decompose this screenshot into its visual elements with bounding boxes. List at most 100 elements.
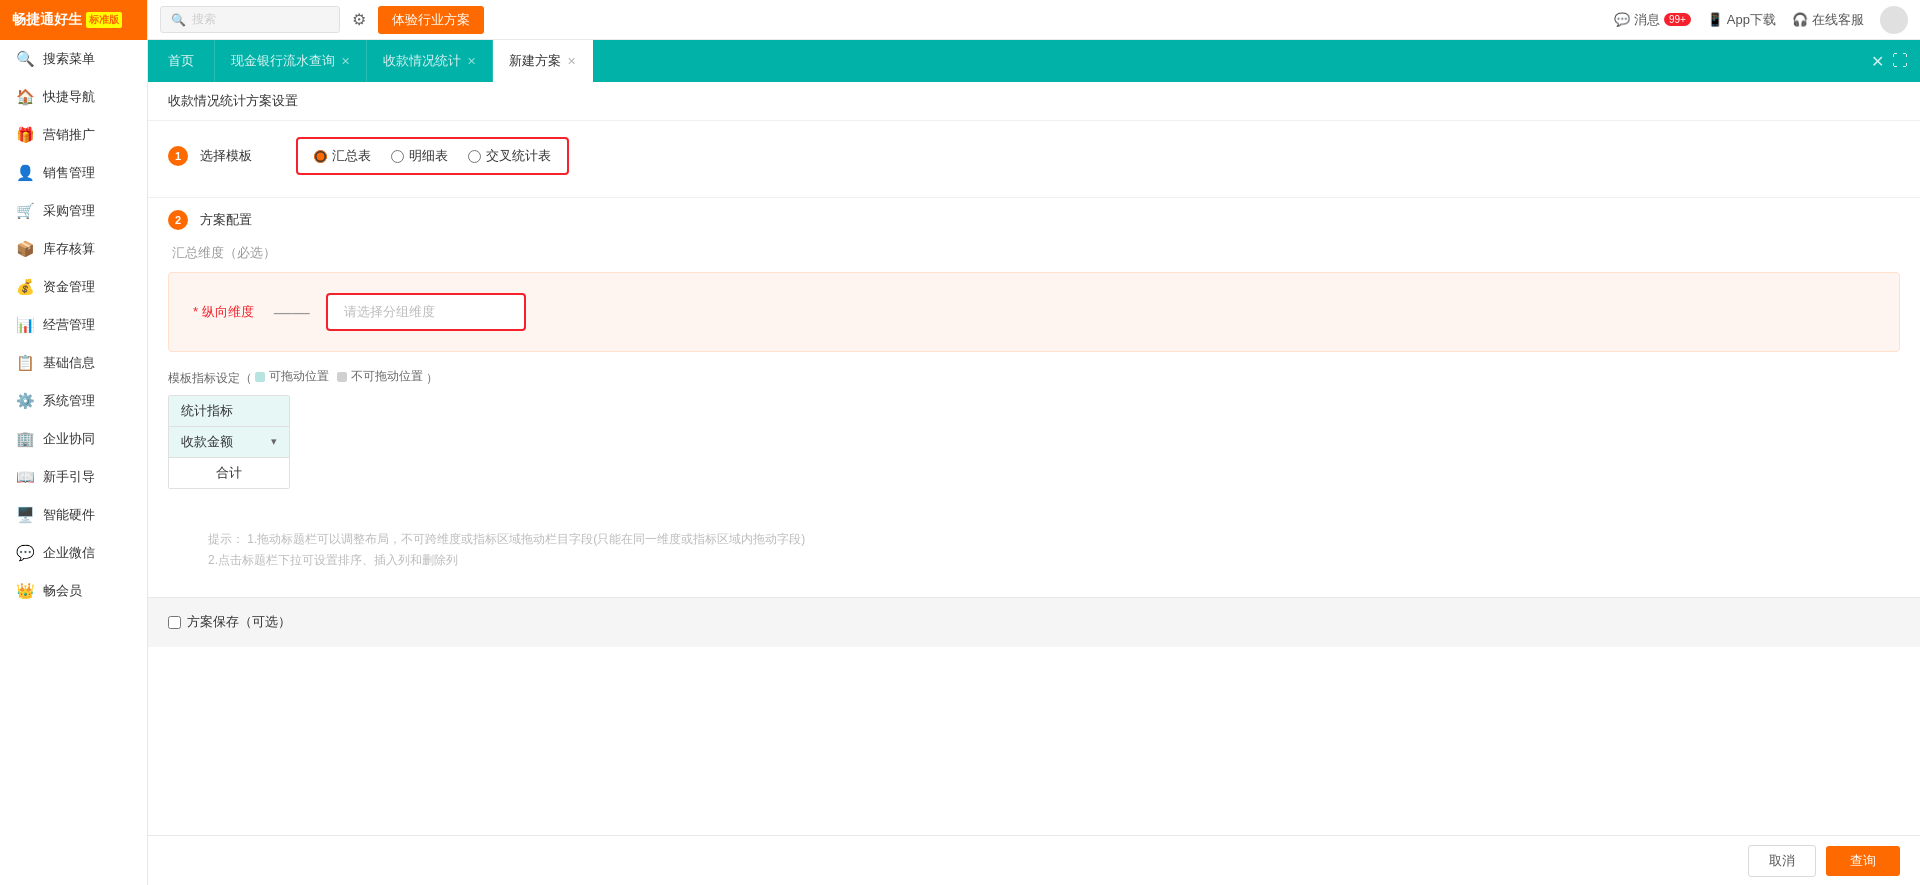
sidebar-item-smart-hw[interactable]: 🖥️ 智能硬件 (0, 496, 147, 534)
summary-dim-text: 汇总维度（必选） (172, 245, 276, 260)
dim-selector[interactable]: 请选择分组维度 (326, 293, 526, 331)
save-label: 方案保存（可选） (187, 613, 291, 631)
person-icon: 👤 (16, 164, 35, 182)
radio-summary-input[interactable] (314, 150, 327, 163)
sidebar-item-quick-nav[interactable]: 🏠 快捷导航 (0, 78, 147, 116)
tab-home-label: 首页 (168, 52, 194, 70)
search-box[interactable]: 🔍 搜索 (160, 6, 340, 33)
dimension-row: * 纵向维度 —— 请选择分组维度 (193, 293, 1875, 331)
radio-detail-input[interactable] (391, 150, 404, 163)
page-footer: 方案保存（可选） (148, 597, 1920, 647)
logo-badge: 标准版 (86, 12, 122, 28)
chart-icon: 📊 (16, 316, 35, 334)
sidebar-item-label: 经营管理 (43, 316, 95, 334)
dim-arrow: —— (274, 302, 310, 323)
summary-dim-label: 汇总维度（必选） (168, 244, 1900, 262)
tab-new-plan-close[interactable]: ✕ (567, 55, 576, 68)
message-label: 消息 (1634, 11, 1660, 29)
sidebar-item-member[interactable]: 👑 畅会员 (0, 572, 147, 610)
app-download-item[interactable]: 📱 App下载 (1707, 11, 1776, 29)
radio-cross-input[interactable] (468, 150, 481, 163)
sidebar-item-basic-info[interactable]: 📋 基础信息 (0, 344, 147, 382)
draggable-dot (255, 372, 265, 382)
template-selection-box: 汇总表 明细表 交叉统计表 (296, 137, 569, 175)
sidebar-item-search-menu[interactable]: 🔍 搜索菜单 (0, 40, 147, 78)
close-window-icon[interactable]: ✕ (1871, 52, 1884, 71)
user-avatar[interactable] (1880, 6, 1908, 34)
stat-header: 统计指标 (169, 396, 289, 427)
tab-new-plan[interactable]: 新建方案 ✕ (493, 40, 593, 82)
tab-payment-stats-close[interactable]: ✕ (467, 55, 476, 68)
content-area: 收款情况统计方案设置 1 选择模板 汇总表 (148, 82, 1920, 885)
sidebar-item-operations[interactable]: 📊 经营管理 (0, 306, 147, 344)
main-area: 🔍 搜索 ⚙ 体验行业方案 💬 消息 99+ 📱 App下载 🎧 在线客服 首页 (148, 0, 1920, 885)
sidebar-item-sales[interactable]: 👤 销售管理 (0, 154, 147, 192)
radio-detail-label: 明细表 (409, 147, 448, 165)
sidebar-item-label: 基础信息 (43, 354, 95, 372)
page-title: 收款情况统计方案设置 (168, 93, 298, 108)
stat-total-row: 合计 (169, 458, 289, 488)
sidebar-item-purchase[interactable]: 🛒 采购管理 (0, 192, 147, 230)
sidebar-item-enterprise[interactable]: 🏢 企业协同 (0, 420, 147, 458)
sidebar-item-label: 企业协同 (43, 430, 95, 448)
tab-payment-stats[interactable]: 收款情况统计 ✕ (367, 40, 493, 82)
maximize-icon[interactable]: ⛶ (1892, 52, 1908, 70)
gear-icon[interactable]: ⚙ (352, 10, 366, 29)
sidebar-item-label: 销售管理 (43, 164, 95, 182)
home-icon: 🏠 (16, 88, 35, 106)
sidebar-item-label: 快捷导航 (43, 88, 95, 106)
tip-line2: 2.点击标题栏下拉可设置排序、插入列和删除列 (208, 552, 1880, 569)
step1-section: 1 选择模板 汇总表 明细表 (148, 121, 1920, 197)
radio-cross[interactable]: 交叉统计表 (468, 147, 551, 165)
radio-summary[interactable]: 汇总表 (314, 147, 371, 165)
logo-text: 畅捷通好生 (12, 11, 82, 29)
chat-icon: 💬 (16, 544, 35, 562)
tab-bank-flow-close[interactable]: ✕ (341, 55, 350, 68)
sidebar-item-wechat[interactable]: 💬 企业微信 (0, 534, 147, 572)
save-checkbox[interactable] (168, 616, 181, 629)
app-icon: 📱 (1707, 12, 1723, 27)
online-service-label: 在线客服 (1812, 11, 1864, 29)
query-button[interactable]: 查询 (1826, 846, 1900, 876)
trial-button[interactable]: 体验行业方案 (378, 6, 484, 34)
tab-bank-flow[interactable]: 现金银行流水查询 ✕ (215, 40, 367, 82)
radio-detail[interactable]: 明细表 (391, 147, 448, 165)
sidebar-item-label: 采购管理 (43, 202, 95, 220)
tips-section: 提示： 1.拖动标题栏可以调整布局，不可跨维度或指标区域拖动栏目字段(只能在同一… (168, 519, 1900, 585)
tip-line1: 提示： 1.拖动标题栏可以调整布局，不可跨维度或指标区域拖动栏目字段(只能在同一… (208, 531, 1880, 548)
draggable-badge: 可拖动位置 (255, 368, 329, 385)
step1-label: 选择模板 (200, 147, 252, 165)
metric-chevron-icon[interactable]: ▾ (271, 435, 277, 448)
sidebar-item-label: 畅会员 (43, 582, 82, 600)
step1-circle: 1 (168, 146, 188, 166)
cart-icon: 🛒 (16, 202, 35, 220)
sidebar-item-label: 企业微信 (43, 544, 95, 562)
step2-circle: 2 (168, 210, 188, 230)
step2-section: 2 方案配置 汇总维度（必选） * 纵向维度 —— 请选择分组维度 (148, 198, 1920, 597)
sidebar-item-finance[interactable]: 💰 资金管理 (0, 268, 147, 306)
search-placeholder: 搜索 (192, 11, 216, 28)
step2-row: 2 方案配置 (168, 210, 1900, 230)
cancel-button[interactable]: 取消 (1748, 845, 1816, 877)
indicator-section: 模板指标设定（ 可拖动位置 不可拖动位置 ） (168, 368, 1900, 489)
search-icon: 🔍 (171, 13, 186, 27)
fixed-dot (337, 372, 347, 382)
page-header: 收款情况统计方案设置 (148, 82, 1920, 121)
tab-home[interactable]: 首页 (148, 40, 215, 82)
message-item[interactable]: 💬 消息 99+ (1614, 11, 1691, 29)
box-icon: 📦 (16, 240, 35, 258)
online-service-item[interactable]: 🎧 在线客服 (1792, 11, 1864, 29)
save-checkbox-label[interactable]: 方案保存（可选） (168, 613, 291, 631)
sidebar-item-system[interactable]: ⚙️ 系统管理 (0, 382, 147, 420)
indicator-settings-label: 模板指标设定（ 可拖动位置 不可拖动位置 ） (168, 368, 438, 387)
dim-placeholder: 请选择分组维度 (344, 304, 435, 319)
tabbar-right: ✕ ⛶ (1859, 40, 1920, 82)
search-menu-icon: 🔍 (16, 50, 35, 68)
stat-metric-row: 收款金额 ▾ (169, 427, 289, 458)
sidebar-item-inventory[interactable]: 📦 库存核算 (0, 230, 147, 268)
sidebar-item-marketing[interactable]: 🎁 营销推广 (0, 116, 147, 154)
tab-payment-stats-label: 收款情况统计 (383, 52, 461, 70)
topbar-right: 💬 消息 99+ 📱 App下载 🎧 在线客服 (1614, 6, 1908, 34)
sidebar-item-label: 库存核算 (43, 240, 95, 258)
sidebar-item-guide[interactable]: 📖 新手引导 (0, 458, 147, 496)
